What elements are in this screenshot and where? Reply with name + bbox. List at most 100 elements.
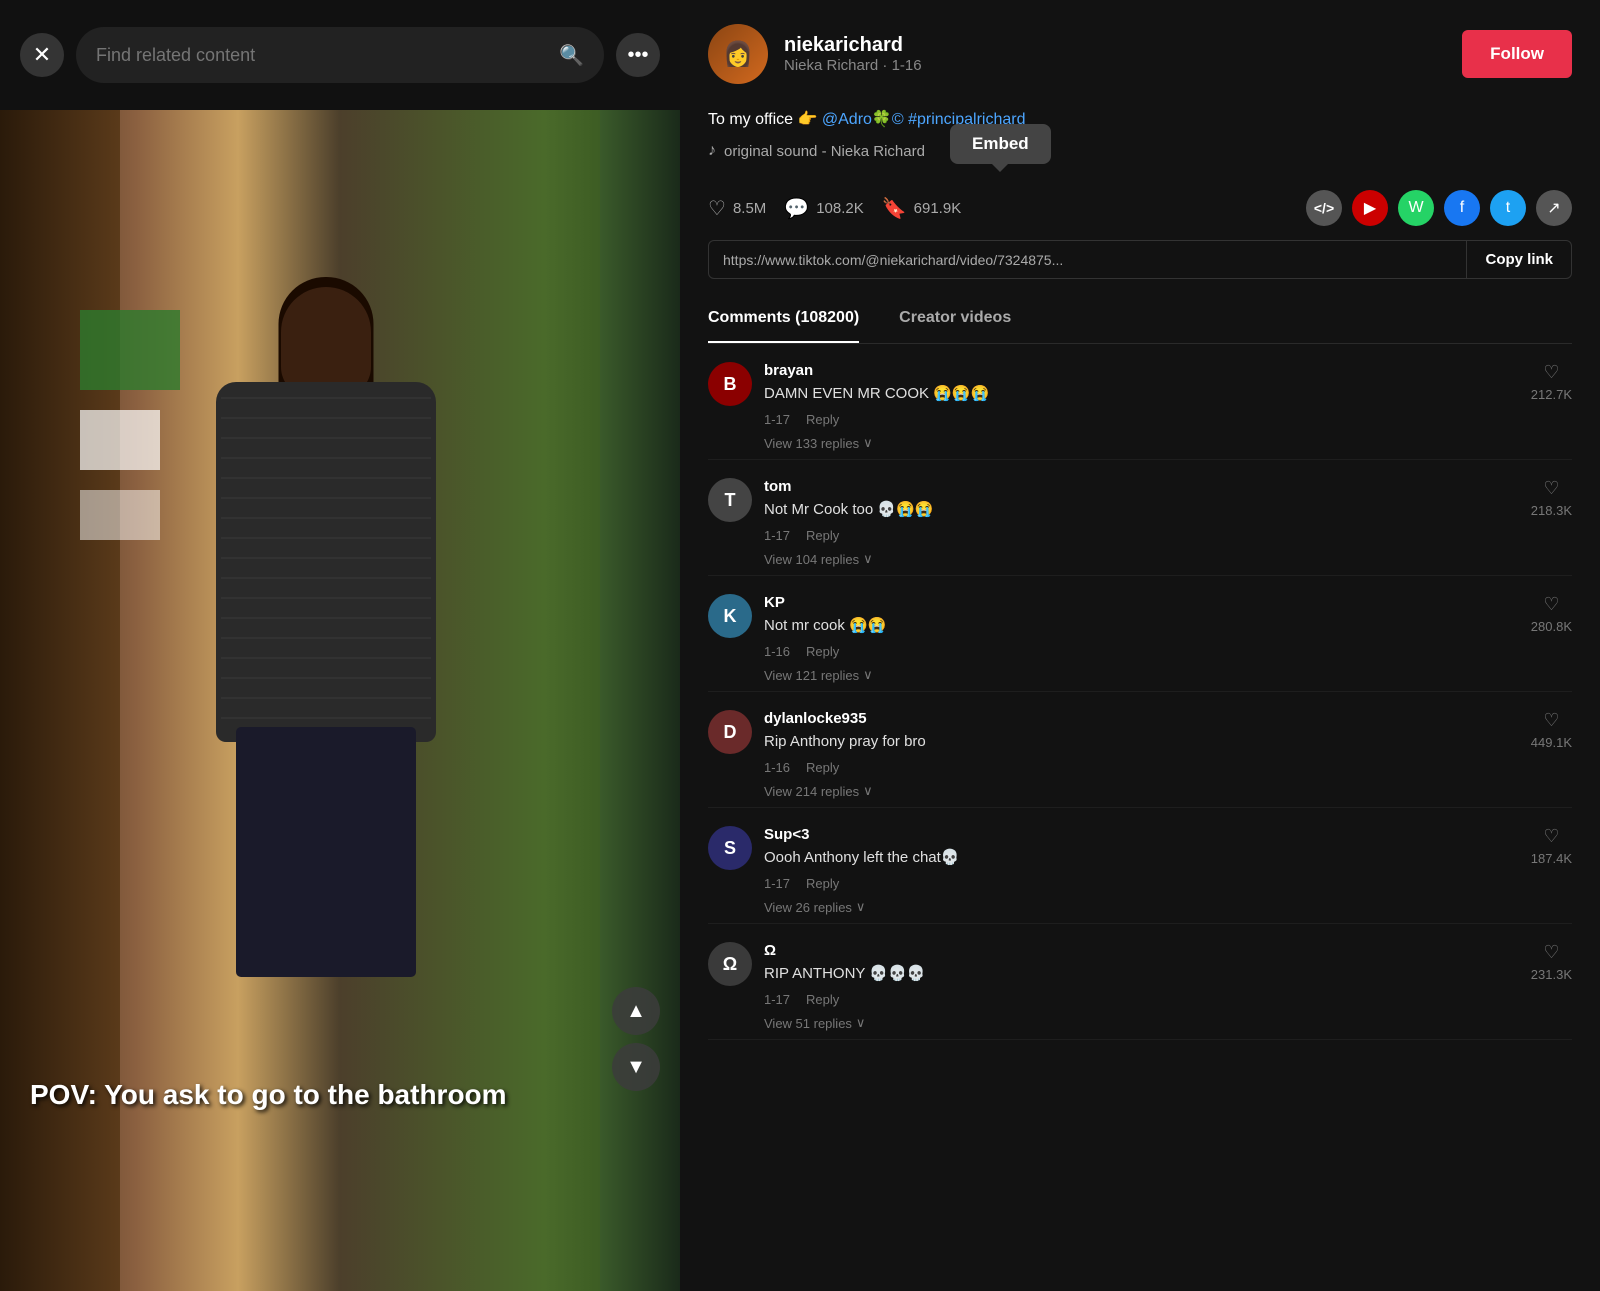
embed-tooltip[interactable]: Embed [950,124,1051,164]
forward-button[interactable]: ↗ [1536,190,1572,226]
comment-header: T tom Not Mr Cook too 💀😭😭 1-17 Reply ♡ 2… [708,478,1572,543]
comment-item: T tom Not Mr Cook too 💀😭😭 1-17 Reply ♡ 2… [708,460,1572,576]
comment-heart-icon[interactable]: ♡ [1543,478,1559,499]
follow-button[interactable]: Follow [1462,30,1572,78]
comment-reply-button[interactable]: Reply [806,412,839,427]
twitter-icon: t [1506,199,1510,217]
comment-heart-icon[interactable]: ♡ [1543,826,1559,847]
chevron-down-icon: ∨ [863,435,873,451]
bookmark-action-icon[interactable]: 🔖 [882,196,907,221]
view-replies-button[interactable]: View 104 replies ∨ [764,551,873,567]
more-options-button[interactable]: ••• [616,33,660,77]
comment-heart-icon[interactable]: ♡ [1543,942,1559,963]
more-icon: ••• [627,44,648,67]
comment-reply-button[interactable]: Reply [806,760,839,775]
search-icon: 🔍 [559,45,584,67]
wall-notices [80,310,180,540]
comment-avatar: K [708,594,752,638]
likes-action: ♡ 8.5M [708,196,766,221]
video-container[interactable]: POV: You ask to go to the bathroom ▲ ▼ [0,110,680,1291]
bookmarks-count: 691.9K [914,200,962,217]
tab-comments[interactable]: Comments (108200) [708,295,859,343]
comment-avatar: Ω [708,942,752,986]
comment-reply-button[interactable]: Reply [806,528,839,543]
comment-reply-button[interactable]: Reply [806,876,839,891]
comment-username: KP [764,594,1519,611]
search-button[interactable]: 🔍 [559,43,584,68]
comment-like: ♡ 231.3K [1531,942,1572,982]
comment-avatar: S [708,826,752,870]
creator-username[interactable]: niekarichard [784,34,1446,57]
comment-body: brayan DAMN EVEN MR COOK 😭😭😭 1-17 Reply [764,362,1519,427]
person-pants [236,727,416,977]
comment-reply-button[interactable]: Reply [806,992,839,1007]
comment-text: Not mr cook 😭😭 [764,615,1519,636]
view-replies-button[interactable]: View 26 replies ∨ [764,899,865,915]
nav-down-button[interactable]: ▼ [612,1043,660,1091]
comment-like: ♡ 218.3K [1531,478,1572,518]
right-panel: 👩 niekarichard Nieka Richard · 1-16 Foll… [680,0,1600,1291]
action-row: ♡ 8.5M 💬 108.2K 🔖 691.9K </> ▶ W f [680,190,1600,240]
comment-like: ♡ 212.7K [1531,362,1572,402]
caption-mention-adro[interactable]: @Adro🍀© [822,111,904,128]
notice-green [80,310,180,390]
creator-header: 👩 niekarichard Nieka Richard · 1-16 Foll… [680,0,1600,100]
tabs-row: Comments (108200) Creator videos [708,295,1572,344]
comment-username: Ω [764,942,1519,959]
share-red-button[interactable]: ▶ [1352,190,1388,226]
comment-text: Rip Anthony pray for bro [764,731,1519,752]
comment-header: B brayan DAMN EVEN MR COOK 😭😭😭 1-17 Repl… [708,362,1572,427]
comment-date: 1-17 [764,992,790,1007]
twitter-button[interactable]: t [1490,190,1526,226]
notice-white2 [80,490,160,540]
video-scene [0,110,680,1291]
sound-text[interactable]: original sound - Nieka Richard [724,143,925,160]
whatsapp-button[interactable]: W [1398,190,1434,226]
comment-meta: 1-17 Reply [764,876,1519,891]
down-arrow-icon: ▼ [626,1056,646,1079]
embed-button[interactable]: </> [1306,190,1342,226]
comment-reply-button[interactable]: Reply [806,644,839,659]
comment-date: 1-17 [764,876,790,891]
nav-up-button[interactable]: ▲ [612,987,660,1035]
heart-action-icon[interactable]: ♡ [708,196,726,221]
forward-icon: ↗ [1547,198,1560,218]
tab-creator-videos[interactable]: Creator videos [899,295,1011,343]
door-left [0,110,120,1291]
view-replies-button[interactable]: View 214 replies ∨ [764,783,873,799]
comment-item: D dylanlocke935 Rip Anthony pray for bro… [708,692,1572,808]
comment-likes-count: 218.3K [1531,503,1572,518]
link-url-text: https://www.tiktok.com/@niekarichard/vid… [709,242,1466,278]
comment-action-icon[interactable]: 💬 [784,196,809,221]
comment-like: ♡ 280.8K [1531,594,1572,634]
comment-likes-count: 449.1K [1531,735,1572,750]
comment-body: KP Not mr cook 😭😭 1-16 Reply [764,594,1519,659]
comment-username: tom [764,478,1519,495]
view-replies-button[interactable]: View 133 replies ∨ [764,435,873,451]
bookmarks-action: 🔖 691.9K [882,196,961,221]
sound-info: ♪ original sound - Nieka Richard [680,138,1600,176]
likes-count: 8.5M [733,200,766,217]
music-icon: ♪ [708,142,716,160]
view-replies-button[interactable]: View 51 replies ∨ [764,1015,865,1031]
comment-meta: 1-17 Reply [764,528,1519,543]
facebook-button[interactable]: f [1444,190,1480,226]
avatar-image: 👩 [723,40,753,69]
left-panel: ✕ 🔍 ••• [0,0,680,1291]
close-button[interactable]: ✕ [20,33,64,77]
embed-tooltip-wrap: Embed [680,176,1600,190]
chevron-down-icon: ∨ [863,667,873,683]
comment-like: ♡ 449.1K [1531,710,1572,750]
view-replies-button[interactable]: View 121 replies ∨ [764,667,873,683]
comment-body: dylanlocke935 Rip Anthony pray for bro 1… [764,710,1519,775]
comments-list: B brayan DAMN EVEN MR COOK 😭😭😭 1-17 Repl… [680,344,1600,1291]
search-input[interactable] [96,45,549,66]
comment-date: 1-16 [764,644,790,659]
copy-link-button[interactable]: Copy link [1466,241,1571,278]
comment-heart-icon[interactable]: ♡ [1543,710,1559,731]
whatsapp-icon: W [1408,199,1423,217]
comment-meta: 1-17 Reply [764,992,1519,1007]
chevron-down-icon: ∨ [856,899,866,915]
comment-heart-icon[interactable]: ♡ [1543,362,1559,383]
comment-heart-icon[interactable]: ♡ [1543,594,1559,615]
